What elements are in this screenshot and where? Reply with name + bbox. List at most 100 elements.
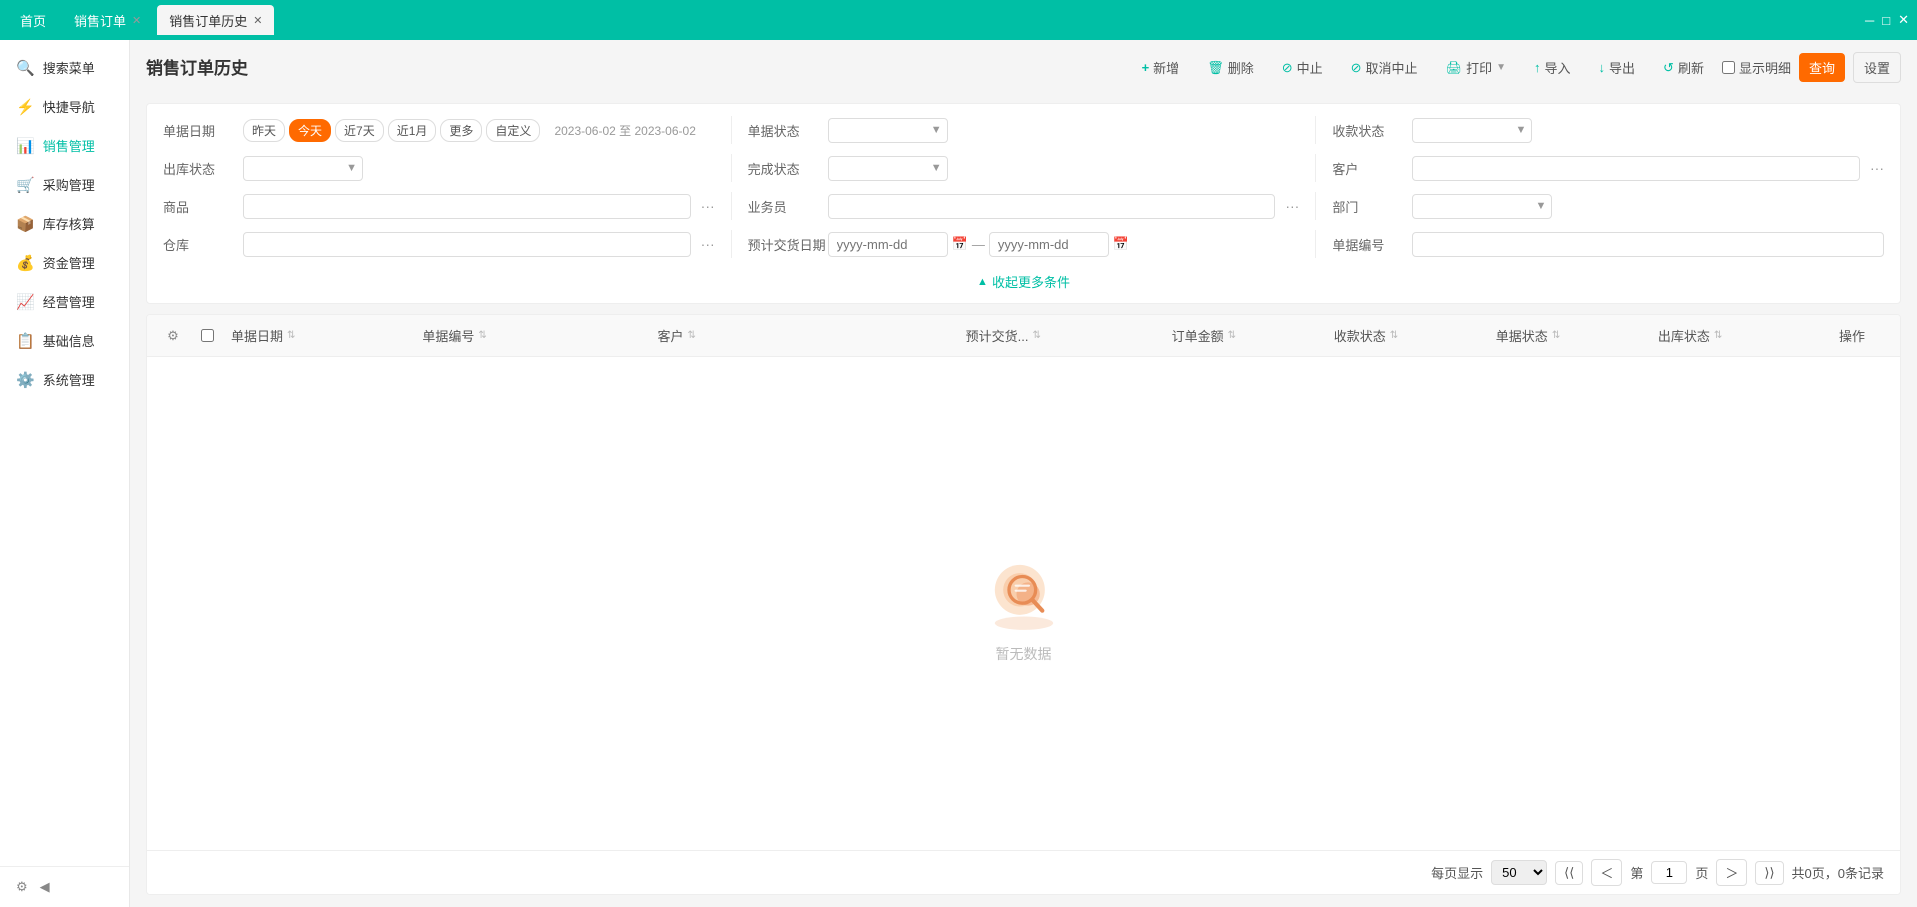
- refresh-button[interactable]: ↺ 刷新: [1653, 53, 1714, 82]
- page-size-select[interactable]: 50 100 200: [1491, 860, 1547, 885]
- sidebar-item-operations[interactable]: 📈 经营管理: [0, 282, 129, 321]
- sidebar-item-base-info-label: 基础信息: [43, 331, 95, 350]
- sidebar-item-quick-nav[interactable]: ⚡ 快捷导航: [0, 87, 129, 126]
- th-out-status[interactable]: 出库状态 ⇅: [1650, 326, 1812, 345]
- th-order-status[interactable]: 单据状态 ⇅: [1488, 326, 1650, 345]
- sidebar-settings-icon[interactable]: ⚙: [16, 879, 28, 895]
- product-more-btn[interactable]: ···: [701, 198, 715, 214]
- close-button[interactable]: ✕: [1898, 12, 1909, 28]
- current-page-input[interactable]: [1651, 861, 1687, 884]
- delete-button[interactable]: 🗑 删除: [1197, 53, 1264, 82]
- date-last1month-btn[interactable]: 近1月: [388, 119, 437, 142]
- quick-nav-icon: ⚡: [16, 98, 35, 116]
- tab-home[interactable]: 首页: [8, 5, 58, 35]
- delete-icon: 🗑: [1207, 60, 1224, 76]
- maximize-button[interactable]: □: [1882, 13, 1890, 28]
- complete-status-select[interactable]: [828, 156, 948, 181]
- product-input[interactable]: [243, 194, 691, 219]
- sidebar-collapse-icon[interactable]: ◀: [40, 879, 50, 895]
- display-toggle[interactable]: 显示明细: [1722, 58, 1791, 77]
- date-more-btn[interactable]: 更多: [440, 119, 482, 142]
- product-label: 商品: [163, 197, 243, 216]
- delivery-date-calendar-start[interactable]: 📅: [952, 236, 968, 252]
- sidebar-item-system-mgmt[interactable]: ⚙️ 系统管理: [0, 360, 129, 399]
- tab-sales-order-history[interactable]: 销售订单历史 ✕: [157, 5, 274, 35]
- query-button[interactable]: 查询: [1799, 53, 1845, 82]
- tab-home-label: 首页: [20, 11, 46, 30]
- finance-icon: 💰: [16, 254, 35, 272]
- department-select[interactable]: [1412, 194, 1552, 219]
- sidebar-item-finance[interactable]: 💰 资金管理: [0, 243, 129, 282]
- tab-sales-order-history-close[interactable]: ✕: [253, 14, 262, 27]
- prev-page-button[interactable]: ＜: [1591, 859, 1622, 886]
- page-size-label: 每页显示: [1431, 863, 1483, 882]
- customer-input[interactable]: [1412, 156, 1860, 181]
- print-button[interactable]: 🖨 打印 ▼: [1436, 53, 1516, 82]
- complete-status-select-wrapper: ▼: [828, 156, 948, 181]
- date-quick-btns: 昨天 今天 近7天 近1月 更多 自定义: [243, 119, 540, 142]
- delivery-date-calendar-end[interactable]: 📅: [1113, 236, 1129, 252]
- th-delivery[interactable]: 预计交货... ⇅: [958, 326, 1164, 345]
- th-check[interactable]: [191, 329, 223, 342]
- operations-icon: 📈: [16, 293, 35, 311]
- window-controls: ─ □ ✕: [1865, 12, 1909, 28]
- order-number-input[interactable]: [1412, 232, 1884, 257]
- sidebar-item-inventory[interactable]: 📦 库存核算: [0, 204, 129, 243]
- order-number-label: 单据编号: [1332, 235, 1412, 254]
- refresh-icon: ↺: [1663, 60, 1674, 76]
- th-date[interactable]: 单据日期 ⇅: [223, 326, 414, 345]
- last-page-button[interactable]: ⟩⟩: [1755, 861, 1783, 885]
- first-page-button[interactable]: ⟨⟨: [1555, 861, 1583, 885]
- th-number[interactable]: 单据编号 ⇅: [414, 326, 649, 345]
- column-settings-icon[interactable]: ⚙: [167, 328, 179, 344]
- customer-more-btn[interactable]: ···: [1870, 160, 1884, 176]
- out-status-select-wrapper: ▼: [243, 156, 363, 181]
- next-page-button[interactable]: ＞: [1716, 859, 1747, 886]
- tab-sales-order[interactable]: 销售订单 ✕: [62, 5, 153, 35]
- settings-label: 设置: [1864, 58, 1890, 77]
- empty-text: 暂无数据: [996, 644, 1052, 664]
- add-button[interactable]: + 新增: [1132, 53, 1190, 82]
- sidebar-item-search-menu[interactable]: 🔍 搜索菜单: [0, 48, 129, 87]
- cancel-stop-button[interactable]: ⊘ 取消中止: [1341, 53, 1428, 82]
- th-customer[interactable]: 客户 ⇅: [649, 326, 957, 345]
- minimize-button[interactable]: ─: [1865, 13, 1874, 28]
- collapse-row[interactable]: ▲ 收起更多条件: [163, 268, 1884, 291]
- select-all-checkbox[interactable]: [201, 329, 214, 342]
- display-toggle-checkbox[interactable]: [1722, 61, 1735, 74]
- date-yesterday-btn[interactable]: 昨天: [243, 119, 285, 142]
- export-button[interactable]: ↓ 导出: [1589, 53, 1646, 82]
- warehouse-input[interactable]: [243, 232, 691, 257]
- delivery-date-end[interactable]: [989, 232, 1109, 257]
- th-settings[interactable]: ⚙: [155, 328, 191, 344]
- warehouse-more-btn[interactable]: ···: [701, 236, 715, 252]
- filter-row-1: 单据日期 昨天 今天 近7天 近1月 更多 自定义 2023-06-02 至 2…: [163, 116, 1884, 144]
- sidebar-item-base-info[interactable]: 📋 基础信息: [0, 321, 129, 360]
- out-status-select[interactable]: [243, 156, 363, 181]
- salesperson-control: ···: [828, 194, 1300, 219]
- date-last7-btn[interactable]: 近7天: [335, 119, 384, 142]
- sidebar-item-purchase-mgmt[interactable]: 🛒 采购管理: [0, 165, 129, 204]
- payment-status-select[interactable]: [1412, 118, 1532, 143]
- delivery-date-start[interactable]: [828, 232, 948, 257]
- base-info-icon: 📋: [16, 332, 35, 350]
- stop-button[interactable]: ⊘ 中止: [1272, 53, 1333, 82]
- th-action: 操作: [1812, 326, 1892, 345]
- date-custom-btn[interactable]: 自定义: [486, 119, 540, 142]
- salesperson-more-btn[interactable]: ···: [1285, 198, 1299, 214]
- filter-row-2: 出库状态 ▼ 完成状态 ▼: [163, 154, 1884, 182]
- th-pay-status[interactable]: 收款状态 ⇅: [1326, 326, 1488, 345]
- sidebar: 🔍 搜索菜单 ⚡ 快捷导航 📊 销售管理 🛒 采购管理 📦 库存核算 💰 资金管…: [0, 40, 130, 907]
- tab-sales-order-close[interactable]: ✕: [132, 14, 141, 27]
- sidebar-item-sales-mgmt[interactable]: 📊 销售管理: [0, 126, 129, 165]
- collapse-label: 收起更多条件: [992, 272, 1070, 291]
- import-button[interactable]: ↑ 导入: [1524, 53, 1581, 82]
- salesperson-label: 业务员: [748, 197, 828, 216]
- department-select-wrapper: ▼: [1412, 194, 1552, 219]
- stop-icon: ⊘: [1282, 60, 1293, 76]
- date-today-btn[interactable]: 今天: [289, 119, 331, 142]
- settings-button[interactable]: 设置: [1853, 52, 1901, 83]
- order-status-select[interactable]: [828, 118, 948, 143]
- th-amount[interactable]: 订单金额 ⇅: [1164, 326, 1326, 345]
- salesperson-input[interactable]: [828, 194, 1276, 219]
